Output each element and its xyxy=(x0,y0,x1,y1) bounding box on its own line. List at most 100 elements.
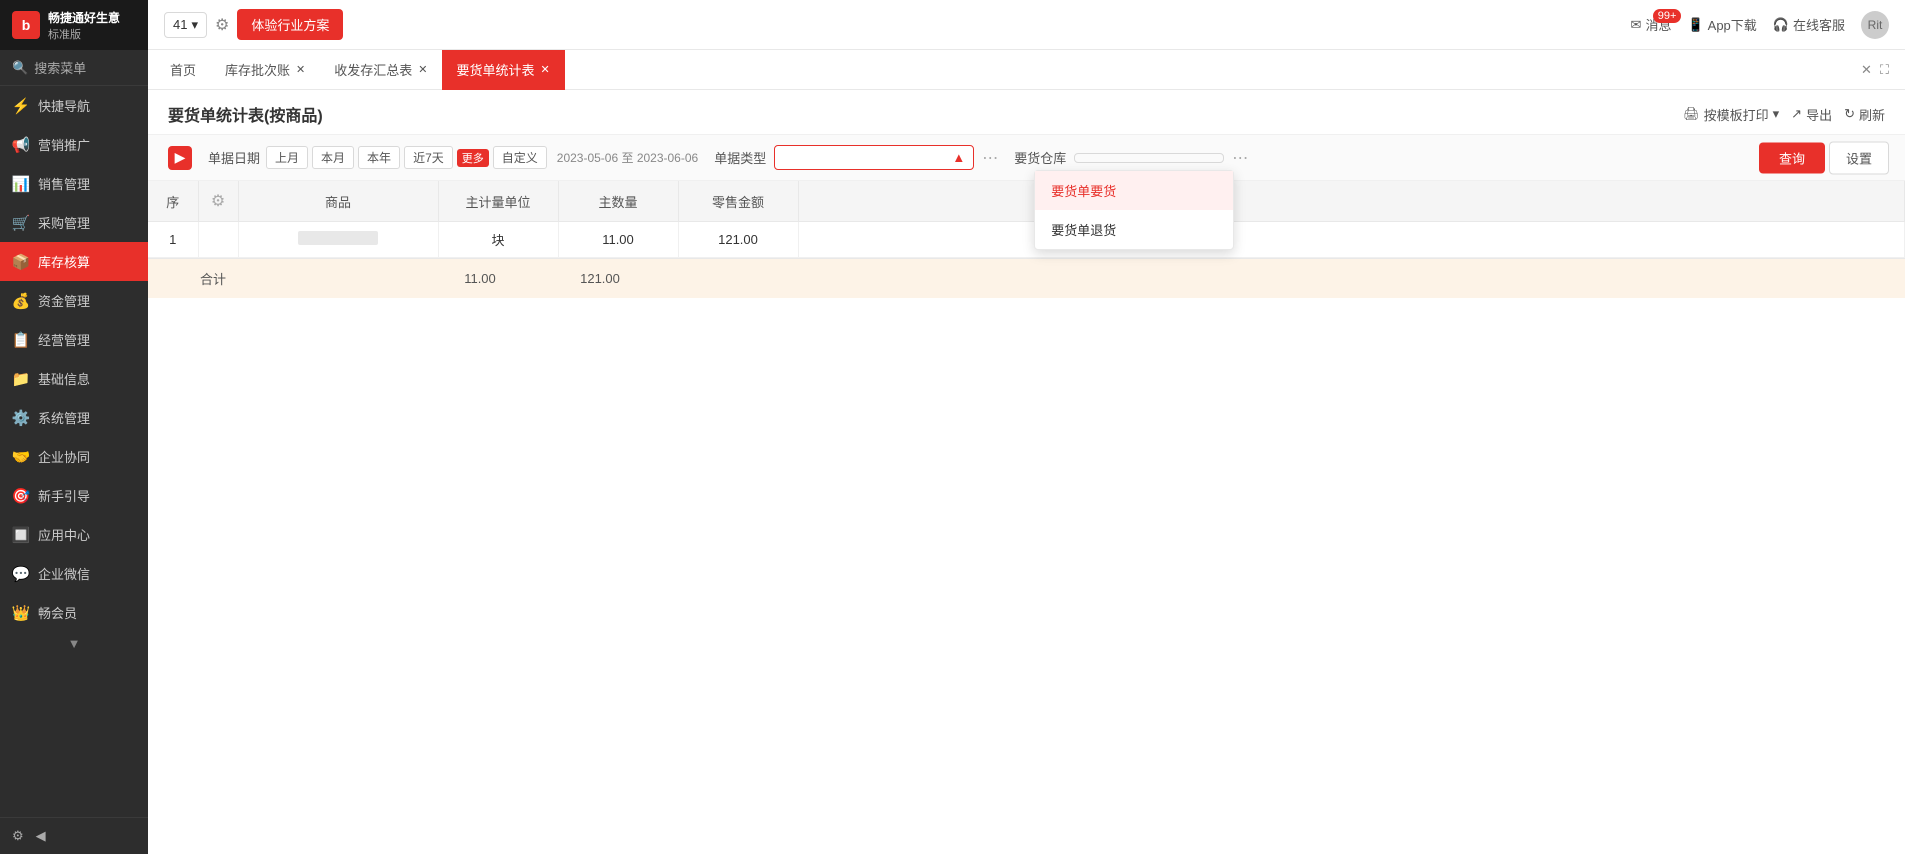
export-icon: ↗ xyxy=(1791,106,1802,122)
close-tab-order-stats[interactable]: ✕ xyxy=(541,63,550,76)
print-dropdown-icon: ▾ xyxy=(1773,106,1780,122)
search-icon: 🔍 xyxy=(12,60,28,76)
type-filter-select[interactable]: ▲ xyxy=(774,145,974,170)
download-icon: 📱 xyxy=(1687,17,1703,33)
warehouse-filter-more[interactable]: ⋯ xyxy=(1232,148,1248,168)
page-header: 要货单统计表(按商品) 🖨 按模板打印 ▾ ↗ 导出 ↻ 刷新 xyxy=(148,90,1905,135)
col-unit: 主计量单位 xyxy=(438,181,558,222)
sidebar-item-system[interactable]: ⚙️ 系统管理 xyxy=(0,398,148,437)
operations-icon: 📋 xyxy=(12,331,30,349)
sales-icon: 📊 xyxy=(12,175,30,193)
search-menu[interactable]: 🔍 搜索菜单 xyxy=(0,50,148,86)
wechat-icon: 💬 xyxy=(12,565,30,583)
table-body: 1 块 11.00 121.00 xyxy=(148,222,1905,258)
date-btn-last-month[interactable]: 上月 xyxy=(266,146,308,169)
message-icon: ✉ xyxy=(1631,17,1642,33)
header-actions: 🖨 按模板打印 ▾ ↗ 导出 ↻ 刷新 xyxy=(1683,105,1885,124)
company-selector[interactable]: 41 ▾ xyxy=(164,12,207,38)
col-amount: 零售金额 xyxy=(678,181,798,222)
sidebar-item-sales[interactable]: 📊 销售管理 xyxy=(0,164,148,203)
close-tab-stock-summary[interactable]: ✕ xyxy=(418,63,427,76)
tab-stock-summary[interactable]: 收发存汇总表 ✕ xyxy=(320,50,442,90)
sidebar-scroll-down[interactable]: ▼ xyxy=(0,632,148,655)
row-amount[interactable]: 121.00 xyxy=(678,222,798,258)
topbar-right: ✉ 消息 99+ 📱 App下载 🎧 在线客服 Rit xyxy=(1631,11,1889,39)
sidebar-item-operations[interactable]: 📋 经营管理 xyxy=(0,320,148,359)
dropdown-item-return[interactable]: 要货单退货 xyxy=(1035,210,1233,249)
sidebar: b 畅捷通好生意 标准版 🔍 搜索菜单 ⚡ 快捷导航 📢 营销推广 📊 销售管理… xyxy=(0,0,148,854)
topbar-settings-icon[interactable]: ⚙ xyxy=(215,15,229,35)
quick-nav-icon: ⚡ xyxy=(12,97,30,115)
type-filter-group: 单据类型 ▲ ⋯ 要货单要货 要货单退货 xyxy=(714,145,998,170)
sidebar-item-marketing[interactable]: 📢 营销推广 xyxy=(0,125,148,164)
basic-icon: 📁 xyxy=(12,370,30,388)
filter-expand-button[interactable]: ▶ xyxy=(168,146,192,170)
sidebar-item-apps[interactable]: 🔲 应用中心 xyxy=(0,515,148,554)
type-dropdown: 要货单要货 要货单退货 xyxy=(1034,170,1234,250)
warehouse-select[interactable] xyxy=(1074,153,1224,163)
sidebar-item-guide[interactable]: 🎯 新手引导 xyxy=(0,476,148,515)
sidebar-item-purchase[interactable]: 🛒 采购管理 xyxy=(0,203,148,242)
total-row: 合计 11.00 121.00 xyxy=(148,258,1905,298)
content-area: 要货单统计表(按商品) 🖨 按模板打印 ▾ ↗ 导出 ↻ 刷新 xyxy=(148,90,1905,854)
logo-icon: b xyxy=(12,11,40,39)
total-amount: 121.00 xyxy=(540,271,660,286)
table-row: 1 块 11.00 121.00 xyxy=(148,222,1905,258)
col-extra xyxy=(798,181,1905,222)
tab-home[interactable]: 首页 xyxy=(156,50,211,90)
sidebar-item-inventory[interactable]: 📦 库存核算 xyxy=(0,242,148,281)
filter-settings-button[interactable]: 设置 xyxy=(1829,141,1889,174)
table-container: 序 ⚙ 商品 主计量单位 主数量 xyxy=(148,181,1905,258)
app-download-btn[interactable]: 📱 App下载 xyxy=(1687,15,1756,34)
date-more-badge[interactable]: 更多 xyxy=(457,149,489,167)
query-button[interactable]: 查询 xyxy=(1759,142,1825,173)
sidebar-item-basic[interactable]: 📁 基础信息 xyxy=(0,359,148,398)
main-area: 41 ▾ ⚙ 体验行业方案 ✉ 消息 99+ 📱 App下载 🎧 在线客服 Ri… xyxy=(148,0,1905,854)
sidebar-item-enterprise[interactable]: 🤝 企业协同 xyxy=(0,437,148,476)
tab-inventory-batch[interactable]: 库存批次账 ✕ xyxy=(211,50,320,90)
date-btn-last-7days[interactable]: 近7天 xyxy=(404,146,453,169)
sidebar-item-quick-nav[interactable]: ⚡ 快捷导航 xyxy=(0,86,148,125)
col-settings[interactable]: ⚙ xyxy=(198,181,238,222)
sidebar-collapse-icon[interactable]: ◀ xyxy=(36,828,46,844)
table-settings-icon[interactable]: ⚙ xyxy=(211,193,225,210)
type-filter-chevron[interactable]: ▲ xyxy=(952,150,965,165)
warehouse-filter-label: 要货仓库 xyxy=(1014,148,1066,167)
tab-order-stats[interactable]: 要货单统计表 ✕ xyxy=(442,50,564,90)
topbar: 41 ▾ ⚙ 体验行业方案 ✉ 消息 99+ 📱 App下载 🎧 在线客服 Ri… xyxy=(148,0,1905,50)
marketing-icon: 📢 xyxy=(12,136,30,154)
type-filter-label: 单据类型 xyxy=(714,148,766,167)
online-service-btn[interactable]: 🎧 在线客服 xyxy=(1773,15,1845,34)
date-filter-label: 单据日期 xyxy=(208,148,260,167)
date-btn-custom[interactable]: 自定义 xyxy=(493,146,547,169)
export-button[interactable]: ↗ 导出 xyxy=(1791,105,1832,124)
message-btn[interactable]: ✉ 消息 99+ xyxy=(1631,15,1672,34)
tab-close-all-icon[interactable]: ✕ xyxy=(1861,62,1872,78)
close-tab-inventory-batch[interactable]: ✕ xyxy=(296,63,305,76)
row-seq: 1 xyxy=(148,222,198,258)
type-filter-input[interactable] xyxy=(783,150,952,165)
sidebar-settings-icon[interactable]: ⚙ xyxy=(12,828,24,844)
row-qty[interactable]: 11.00 xyxy=(558,222,678,258)
table-header: 序 ⚙ 商品 主计量单位 主数量 xyxy=(148,181,1905,222)
date-shortcuts: 上月 本月 本年 近7天 更多 自定义 xyxy=(266,146,547,169)
data-table: 序 ⚙ 商品 主计量单位 主数量 xyxy=(148,181,1905,258)
print-button[interactable]: 🖨 按模板打印 ▾ xyxy=(1683,105,1779,124)
trial-button[interactable]: 体验行业方案 xyxy=(237,9,343,40)
total-label: 合计 xyxy=(160,269,420,288)
user-avatar[interactable]: Rit xyxy=(1861,11,1889,39)
sidebar-bottom: ⚙ ◀ xyxy=(0,817,148,854)
sidebar-item-wechat[interactable]: 💬 企业微信 xyxy=(0,554,148,593)
type-filter-more[interactable]: ⋯ xyxy=(982,148,998,168)
page-title: 要货单统计表(按商品) xyxy=(168,102,323,126)
sidebar-item-finance[interactable]: 💰 资金管理 xyxy=(0,281,148,320)
date-filter-group: 单据日期 上月 本月 本年 近7天 更多 自定义 2023-05-06 至 20… xyxy=(208,146,698,169)
dropdown-item-order[interactable]: 要货单要货 xyxy=(1035,171,1233,210)
refresh-button[interactable]: ↻ 刷新 xyxy=(1844,105,1885,124)
sidebar-item-member[interactable]: 👑 畅会员 xyxy=(0,593,148,632)
member-icon: 👑 xyxy=(12,604,30,622)
col-qty: 主数量 xyxy=(558,181,678,222)
date-btn-this-month[interactable]: 本月 xyxy=(312,146,354,169)
tab-maximize-icon[interactable]: ⛶ xyxy=(1880,62,1889,78)
date-btn-this-year[interactable]: 本年 xyxy=(358,146,400,169)
